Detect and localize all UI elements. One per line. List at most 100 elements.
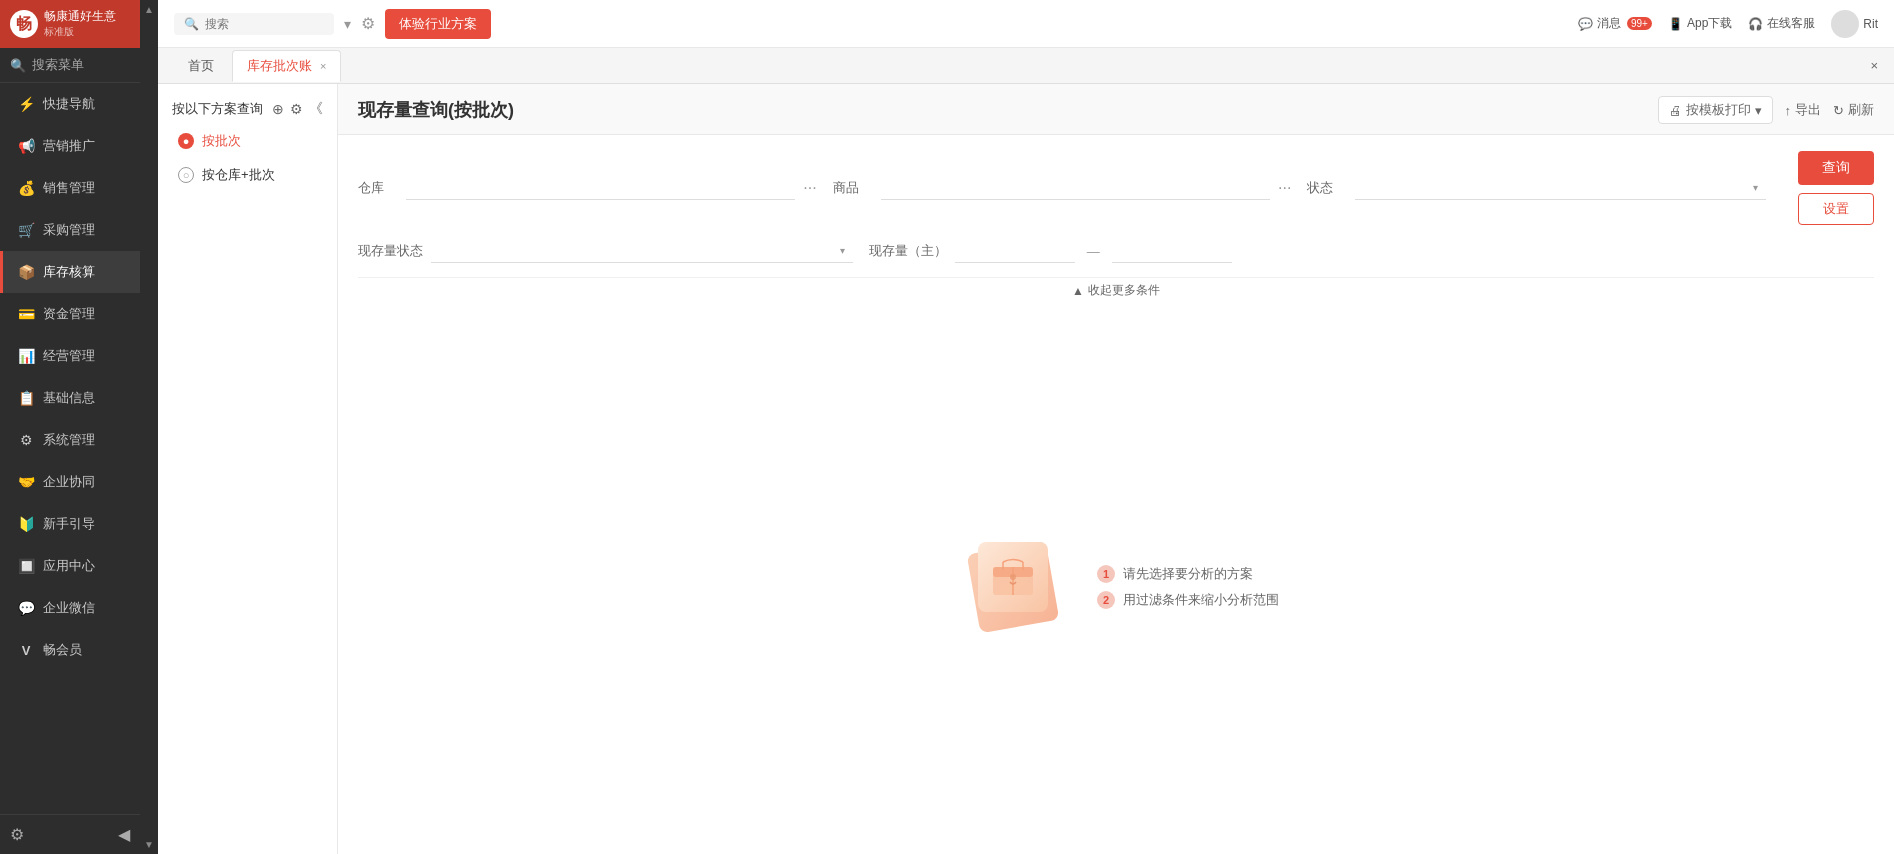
filter-row-2: 现存量状态 ▾ 现存量（主） — — [358, 239, 1874, 263]
panel-close-icon[interactable]: × — [1870, 58, 1878, 73]
print-btn[interactable]: 🖨 按模板打印 ▾ — [1658, 96, 1773, 124]
inventory-status-filter-group: 现存量状态 ▾ — [358, 239, 853, 263]
sidebar-search[interactable]: 🔍 搜索菜单 — [0, 48, 140, 83]
app-download-action[interactable]: 📱 App下载 — [1668, 15, 1732, 32]
sidebar-item-operation[interactable]: 📊 经营管理 — [0, 335, 140, 377]
tip-num-2: 2 — [1097, 591, 1115, 609]
goods-more-icon[interactable]: ··· — [1278, 179, 1291, 197]
scheme-item-warehouse-batch[interactable]: ○ 按仓库+批次 — [158, 158, 337, 192]
settings-icon[interactable]: ⚙ — [361, 14, 375, 33]
app-icon: 🔲 — [17, 557, 35, 575]
warehouse-label: 仓库 — [358, 179, 398, 197]
online-service-action[interactable]: 🎧 在线客服 — [1748, 15, 1815, 32]
status-label: 状态 — [1307, 179, 1347, 197]
sidebar-item-sales[interactable]: 💰 销售管理 — [0, 167, 140, 209]
messages-badge: 99+ — [1627, 17, 1652, 30]
sidebar-item-vip[interactable]: V 畅会员 — [0, 629, 140, 671]
main-area: 🔍 ▾ ⚙ 体验行业方案 💬 消息 99+ 📱 App下载 🎧 在线客服 — [158, 0, 1894, 854]
online-service-label: 在线客服 — [1767, 15, 1815, 32]
search-input[interactable] — [205, 17, 324, 31]
refresh-btn[interactable]: ↻ 刷新 — [1833, 101, 1874, 119]
topbar-search-box[interactable]: 🔍 — [174, 13, 334, 35]
warehouse-input[interactable] — [406, 176, 795, 200]
empty-state: 1 请先选择要分析的方案 2 用过滤条件来缩小分析范围 — [338, 319, 1894, 854]
sidebar-item-guide[interactable]: 🔰 新手引导 — [0, 503, 140, 545]
sidebar-item-purchase[interactable]: 🛒 采购管理 — [0, 209, 140, 251]
dropdown-icon[interactable]: ▾ — [344, 16, 351, 32]
sidebar-item-system[interactable]: ⚙ 系统管理 — [0, 419, 140, 461]
inventory-status-chevron-icon: ▾ — [840, 245, 845, 256]
inventory-status-label: 现存量状态 — [358, 242, 423, 260]
tabbar: 首页 库存批次账 × × — [158, 48, 1894, 84]
print-arrow-icon: ▾ — [1755, 103, 1762, 118]
tab-inventory-batch[interactable]: 库存批次账 × — [232, 50, 341, 82]
home-tab-label: 首页 — [188, 57, 214, 75]
svg-point-5 — [1010, 574, 1016, 580]
sidebar-footer: ⚙ ◀ — [0, 814, 140, 854]
message-icon: 💬 — [1578, 17, 1593, 31]
sidebar-item-label: 库存核算 — [43, 263, 95, 281]
sidebar-item-basic[interactable]: 📋 基础信息 — [0, 377, 140, 419]
search-icon: 🔍 — [10, 58, 26, 73]
add-scheme-icon[interactable]: ⊕ — [272, 101, 284, 117]
brand-name: 畅康通好生意 — [44, 9, 116, 25]
settings-icon[interactable]: ⚙ — [10, 825, 24, 844]
tab-close-icon[interactable]: × — [320, 60, 326, 72]
sidebar-header: 畅 畅康通好生意 标准版 — [0, 0, 140, 48]
operation-icon: 📊 — [17, 347, 35, 365]
sidebar-item-label: 经营管理 — [43, 347, 95, 365]
page-header: 现存量查询(按批次) 🖨 按模板打印 ▾ ↑ 导出 ↻ 刷新 — [338, 84, 1894, 135]
settings-scheme-icon[interactable]: ⚙ — [290, 101, 303, 117]
service-icon: 🎧 — [1748, 17, 1763, 31]
empty-illustration — [953, 527, 1073, 647]
left-panel: 按以下方案查询 ⊕ ⚙ 《 ● 按批次 ○ 按仓库+批次 — [158, 84, 338, 854]
inventory-qty-label: 现存量（主） — [869, 242, 947, 260]
warehouse-more-icon[interactable]: ··· — [803, 179, 816, 197]
sidebar-item-shortcut[interactable]: ⚡ 快捷导航 — [0, 83, 140, 125]
inventory-status-select[interactable] — [439, 243, 836, 258]
basic-icon: 📋 — [17, 389, 35, 407]
sidebar-item-inventory[interactable]: 📦 库存核算 — [0, 251, 140, 293]
avatar — [1831, 10, 1859, 38]
sidebar-item-label: 销售管理 — [43, 179, 95, 197]
scroll-down-icon[interactable]: ▼ — [144, 839, 154, 850]
right-panel: 现存量查询(按批次) 🖨 按模板打印 ▾ ↑ 导出 ↻ 刷新 — [338, 84, 1894, 854]
topbar-actions: 💬 消息 99+ 📱 App下载 🎧 在线客服 Rit — [1578, 10, 1878, 38]
inactive-scheme-dot: ○ — [178, 167, 194, 183]
sidebar-item-marketing[interactable]: 📢 营销推广 — [0, 125, 140, 167]
finance-icon: 💳 — [17, 305, 35, 323]
inventory-status-select-wrap[interactable]: ▾ — [431, 239, 853, 263]
inventory-qty-to-input[interactable] — [1112, 239, 1232, 263]
experience-btn[interactable]: 体验行业方案 — [385, 9, 491, 39]
status-select-wrap[interactable]: ▾ — [1355, 176, 1766, 200]
scroll-up-icon[interactable]: ▲ — [144, 4, 154, 15]
goods-input[interactable] — [881, 176, 1270, 200]
empty-tips: 1 请先选择要分析的方案 2 用过滤条件来缩小分析范围 — [1097, 565, 1279, 609]
export-btn[interactable]: ↑ 导出 — [1785, 101, 1822, 119]
topbar: 🔍 ▾ ⚙ 体验行业方案 💬 消息 99+ 📱 App下载 🎧 在线客服 — [158, 0, 1894, 48]
wechat-icon: 💬 — [17, 599, 35, 617]
sidebar-item-wechat[interactable]: 💬 企业微信 — [0, 587, 140, 629]
scheme-item-batch[interactable]: ● 按批次 — [158, 124, 337, 158]
filter-area: 仓库 ··· 商品 ··· 状态 — [338, 135, 1894, 319]
sidebar-item-app[interactable]: 🔲 应用中心 — [0, 545, 140, 587]
warehouse-filter-group: 仓库 ··· — [358, 176, 817, 200]
messages-action[interactable]: 💬 消息 99+ — [1578, 15, 1652, 32]
status-select[interactable] — [1363, 180, 1749, 195]
sidebar-item-enterprise[interactable]: 🤝 企业协同 — [0, 461, 140, 503]
tab-home[interactable]: 首页 — [174, 51, 228, 81]
sidebar-nav: ⚡ 快捷导航 📢 营销推广 💰 销售管理 🛒 采购管理 📦 库存核算 💳 资金管… — [0, 83, 140, 814]
sidebar-item-finance[interactable]: 💳 资金管理 — [0, 293, 140, 335]
sidebar-item-label: 企业协同 — [43, 473, 95, 491]
collapse-panel-icon[interactable]: 《 — [309, 100, 323, 118]
scheme-warehouse-batch-label: 按仓库+批次 — [202, 166, 275, 184]
vip-icon: V — [17, 641, 35, 659]
filter-row-1: 仓库 ··· 商品 ··· 状态 — [358, 151, 1874, 225]
query-btn[interactable]: 查询 — [1798, 151, 1874, 185]
collapse-filter-row[interactable]: ▲ 收起更多条件 — [358, 277, 1874, 303]
collapse-sidebar-icon[interactable]: ◀ — [118, 825, 130, 844]
sales-icon: 💰 — [17, 179, 35, 197]
inventory-qty-from-input[interactable] — [955, 239, 1075, 263]
user-action[interactable]: Rit — [1831, 10, 1878, 38]
settings-btn[interactable]: 设置 — [1798, 193, 1874, 225]
